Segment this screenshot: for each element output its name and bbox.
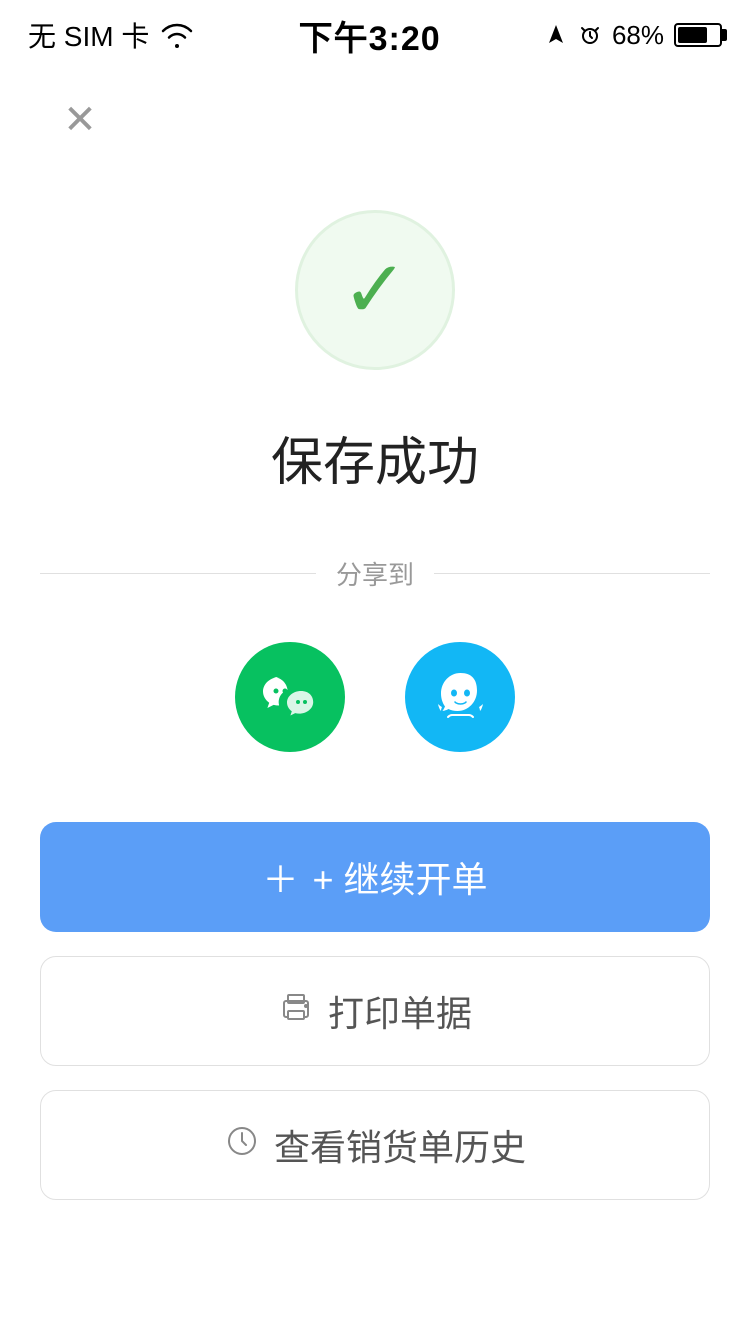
share-label: 分享到 [336, 555, 414, 592]
plus-icon: ＋ [262, 851, 298, 903]
battery-icon [674, 23, 722, 47]
status-carrier: 无 SIM 卡 [28, 15, 195, 55]
close-icon: ✕ [63, 100, 97, 140]
location-icon [544, 23, 568, 47]
status-bar: 无 SIM 卡 下午3:20 68% [0, 0, 750, 70]
success-title: 保存成功 [271, 420, 479, 495]
print-button[interactable]: 打印单据 [40, 956, 710, 1066]
print-label: 打印单据 [328, 985, 472, 1037]
main-content: ✕ ✓ 保存成功 分享到 [0, 70, 750, 1334]
divider-right [434, 573, 710, 574]
wechat-icon [258, 665, 323, 730]
qq-icon [428, 665, 493, 730]
status-time: 下午3:20 [299, 11, 441, 60]
share-divider: 分享到 [40, 555, 710, 592]
history-label: 查看销货单历史 [274, 1119, 526, 1171]
history-icon [224, 1123, 260, 1168]
print-icon [278, 989, 314, 1034]
wifi-icon [159, 22, 195, 48]
checkmark-icon: ✓ [341, 250, 408, 330]
divider-left [40, 573, 316, 574]
success-circle: ✓ [295, 210, 455, 370]
alarm-icon [578, 23, 602, 47]
share-qq-button[interactable] [405, 642, 515, 752]
action-buttons: ＋ + 继续开单 打印单据 查看销货单历史 [40, 822, 710, 1200]
status-right: 68% [544, 20, 722, 51]
close-button[interactable]: ✕ [50, 90, 110, 150]
history-button[interactable]: 查看销货单历史 [40, 1090, 710, 1200]
continue-button[interactable]: ＋ + 继续开单 [40, 822, 710, 932]
share-wechat-button[interactable] [235, 642, 345, 752]
continue-label: + 继续开单 [312, 851, 487, 903]
share-icons [235, 642, 515, 752]
